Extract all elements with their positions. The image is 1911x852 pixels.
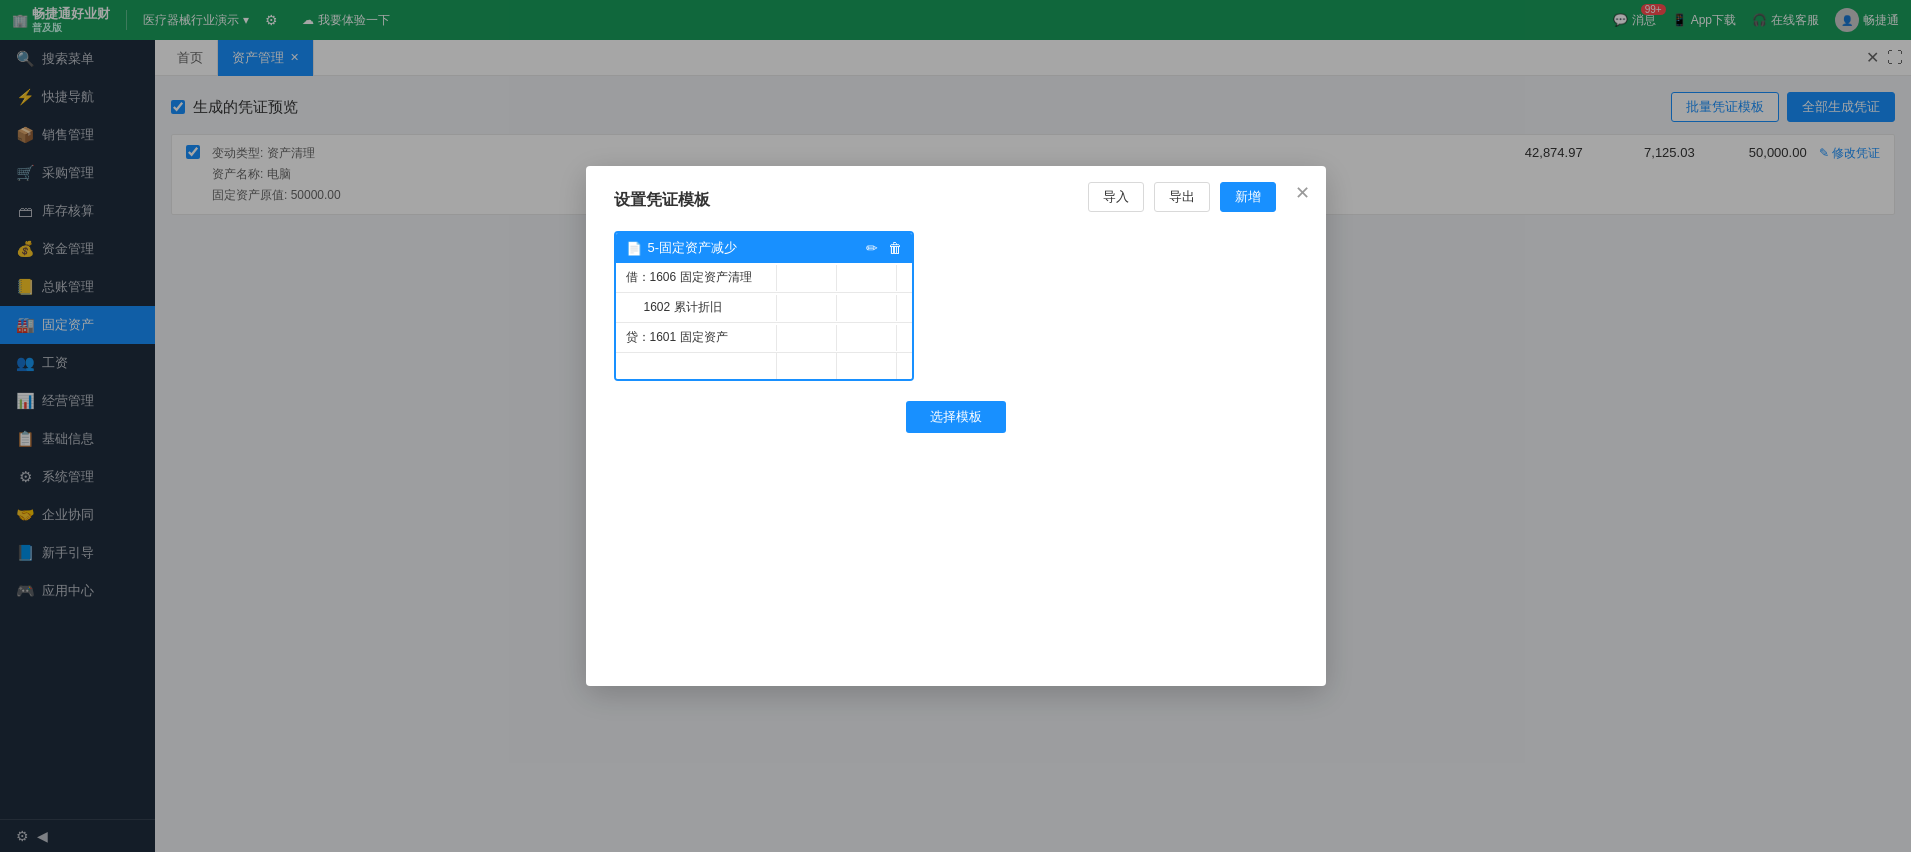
cell-2-2 xyxy=(836,295,896,321)
cell-4-2 xyxy=(836,353,896,379)
template-row-1: 借：1606 固定资产清理 xyxy=(616,263,912,293)
template-row-label: 借：1606 固定资产清理 xyxy=(616,263,776,292)
cell-2-3 xyxy=(896,295,914,321)
modal-body: 📄 5-固定资产减少 ✏ 🗑 xyxy=(614,231,1298,433)
template-name: 5-固定资产减少 xyxy=(648,239,738,257)
template-card-header-actions: ✏ 🗑 xyxy=(866,240,902,256)
cell-2-1 xyxy=(776,295,836,321)
template-doc-icon: 📄 xyxy=(626,241,642,256)
template-body: 借：1606 固定资产清理 xyxy=(616,263,912,379)
template-row-empty xyxy=(616,353,912,379)
choose-template-area: 选择模板 xyxy=(614,401,1298,433)
page-wrapper: 生成的凭证预览 批量凭证模板 全部生成凭证 变动类型: 资产清理 xyxy=(155,76,1911,852)
template-row-label: 1602 累计折旧 xyxy=(616,293,776,322)
template-edit-icon[interactable]: ✏ xyxy=(866,240,878,256)
import-btn[interactable]: 导入 xyxy=(1088,182,1144,212)
modal-overlay: 设置凭证模板 导入 导出 新增 ✕ xyxy=(155,76,1911,852)
template-row-3: 贷：1601 固定资产 xyxy=(616,323,912,353)
cell-3-2 xyxy=(836,325,896,351)
template-row-label: 贷：1601 固定资产 xyxy=(616,323,776,352)
template-card: 📄 5-固定资产减少 ✏ 🗑 xyxy=(614,231,914,381)
template-card-header: 📄 5-固定资产减少 ✏ 🗑 xyxy=(616,233,912,263)
template-row-label-empty xyxy=(616,353,776,379)
cell-4-3 xyxy=(896,353,914,379)
content-area: 首页 资产管理 ✕ ✕ ⛶ 生成的凭证预览 xyxy=(155,40,1911,852)
cell-1-2 xyxy=(836,265,896,291)
new-btn[interactable]: 新增 xyxy=(1220,182,1276,212)
template-row-2: 1602 累计折旧 xyxy=(616,293,912,323)
choose-template-btn[interactable]: 选择模板 xyxy=(906,401,1006,433)
cell-1-3 xyxy=(896,265,914,291)
cell-3-3 xyxy=(896,325,914,351)
template-delete-icon[interactable]: 🗑 xyxy=(888,240,902,256)
cell-1-1 xyxy=(776,265,836,291)
set-template-modal: 设置凭证模板 导入 导出 新增 ✕ xyxy=(586,166,1326,686)
modal-header-actions: 导入 导出 新增 xyxy=(1088,182,1276,212)
modal-close-btn[interactable]: ✕ xyxy=(1295,182,1310,204)
export-btn[interactable]: 导出 xyxy=(1154,182,1210,212)
cell-3-1 xyxy=(776,325,836,351)
cell-4-1 xyxy=(776,353,836,379)
